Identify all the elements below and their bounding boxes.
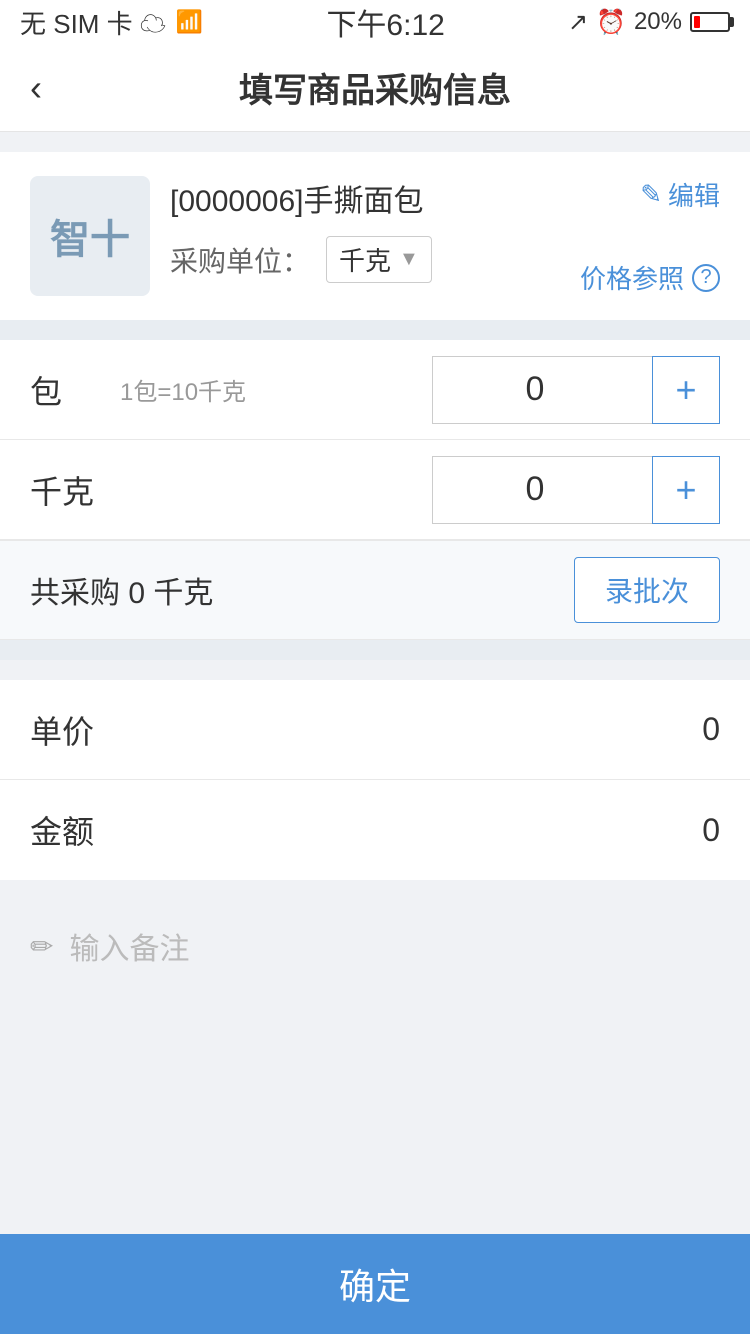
unit-value: 千克 (339, 241, 391, 278)
battery-percent: 20% (634, 8, 682, 36)
unit-label: 采购单位： (170, 240, 310, 280)
kg-input-group: + (432, 456, 720, 524)
page-title: 填写商品采购信息 (239, 63, 511, 112)
battery-icon (690, 12, 730, 32)
kg-input-row: 千克 + (0, 440, 750, 540)
unit-select[interactable]: 千克 ▼ (326, 236, 432, 283)
sim-label: 无 SIM 卡 ☁ (20, 4, 166, 41)
product-image: 智十 (30, 176, 150, 296)
alarm-icon: ⏰ (596, 8, 626, 37)
amount-label: 金额 (30, 807, 94, 853)
remark-placeholder: 输入备注 (69, 924, 189, 968)
product-logo: 智十 (50, 207, 130, 265)
kg-plus-button[interactable]: + (652, 456, 720, 524)
batch-button[interactable]: 录批次 (574, 557, 720, 623)
edit-button[interactable]: ✎ 编辑 (640, 176, 720, 213)
status-bar: 无 SIM 卡 ☁ 📶 下午6:12 ↗ ⏰ 20% (0, 0, 750, 44)
unit-price-value: 0 (702, 711, 720, 748)
remark-section[interactable]: ✏ 输入备注 (0, 900, 750, 992)
kg-label: 千克 (30, 467, 110, 513)
status-time: 下午6:12 (326, 0, 444, 44)
summary-text: 共采购 0 千克 (30, 568, 213, 612)
chevron-down-icon: ▼ (399, 248, 419, 271)
help-icon: ? (692, 264, 720, 292)
price-ref-label: 价格参照 (580, 259, 684, 296)
bag-quantity-input[interactable] (432, 356, 652, 424)
wifi-icon: 📶 (176, 9, 203, 35)
back-button[interactable]: ‹ (30, 67, 42, 109)
kg-quantity-input[interactable] (432, 456, 652, 524)
unit-price-label: 单价 (30, 707, 94, 753)
edit-label: 编辑 (668, 176, 720, 213)
pencil-icon: ✏ (30, 930, 53, 963)
bag-input-group: + (432, 356, 720, 424)
bag-sub-label: 1包=10千克 (120, 372, 246, 407)
bag-input-row: 包 1包=10千克 + (0, 340, 750, 440)
status-left: 无 SIM 卡 ☁ 📶 (20, 4, 203, 41)
section-divider-2 (0, 640, 750, 660)
location-icon: ↗ (568, 8, 588, 37)
product-card: 智十 [0000006]手撕面包 采购单位： 千克 ▼ ✎ 编辑 价格参照 ? (0, 152, 750, 320)
section-divider-1 (0, 320, 750, 340)
summary-row: 共采购 0 千克 录批次 (0, 540, 750, 640)
input-section: 包 1包=10千克 + 千克 + 共采购 0 千克 录批次 (0, 340, 750, 640)
confirm-button[interactable]: 确定 (0, 1234, 750, 1334)
bag-label: 包 (30, 367, 110, 413)
amount-value: 0 (702, 812, 720, 849)
nav-bar: ‹ 填写商品采购信息 (0, 44, 750, 132)
price-ref-button[interactable]: 价格参照 ? (580, 259, 720, 296)
unit-price-row: 单价 0 (0, 680, 750, 780)
amount-row: 金额 0 (0, 780, 750, 880)
edit-icon: ✎ (640, 179, 662, 210)
status-right: ↗ ⏰ 20% (568, 8, 730, 37)
product-name: [0000006]手撕面包 (170, 176, 720, 220)
price-info-section: 单价 0 金额 0 (0, 680, 750, 880)
bag-plus-button[interactable]: + (652, 356, 720, 424)
